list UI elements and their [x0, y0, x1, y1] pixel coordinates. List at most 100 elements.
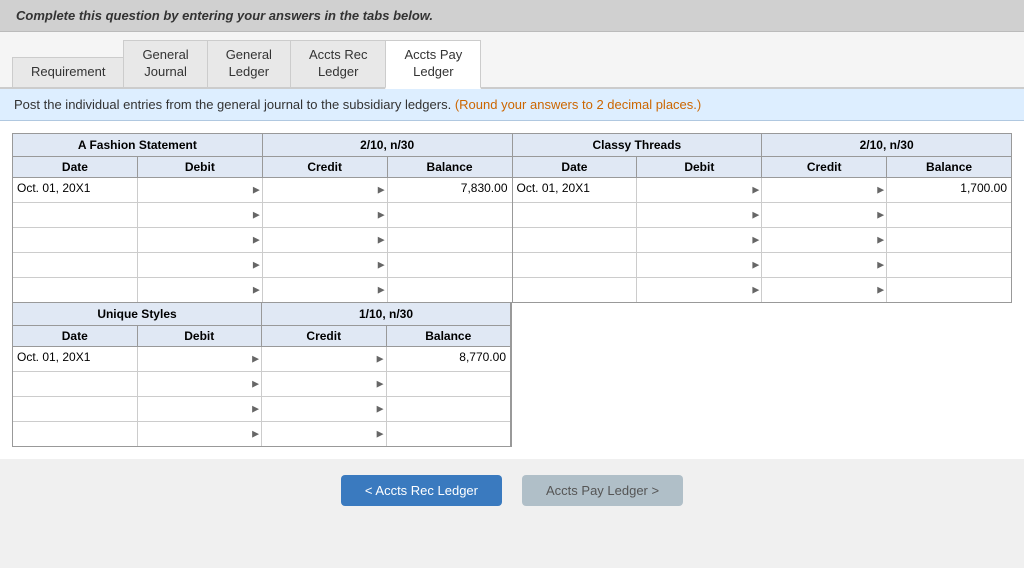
debit-cell[interactable] [637, 203, 762, 227]
col-date-bottom: Date [13, 326, 138, 346]
col-debit-left: Debit [138, 157, 263, 177]
instruction-text: Post the individual entries from the gen… [14, 97, 451, 112]
date-cell[interactable] [13, 397, 138, 421]
debit-cell[interactable] [637, 228, 762, 252]
debit-input[interactable] [142, 206, 258, 220]
balance-cell: 1,700.00 [887, 178, 1011, 202]
table-row [13, 372, 510, 397]
debit-cell[interactable] [138, 422, 263, 446]
tab-general-ledger[interactable]: GeneralLedger [207, 40, 291, 87]
table-row: Oct. 01, 20X1 1,700.00 [513, 178, 1012, 203]
balance-cell[interactable] [388, 203, 512, 227]
col-date-right: Date [513, 157, 638, 177]
credit-cell[interactable] [263, 228, 388, 252]
col-credit-left: Credit [263, 157, 388, 177]
credit-cell[interactable] [263, 278, 388, 302]
balance-cell[interactable] [887, 278, 1011, 302]
balance-cell[interactable] [388, 253, 512, 277]
table-row: Oct. 01, 20X1 8,770.00 [13, 347, 510, 372]
credit-cell[interactable] [263, 253, 388, 277]
debit-cell[interactable] [637, 278, 762, 302]
next-button[interactable]: Accts Pay Ledger > [522, 475, 683, 506]
balance-cell[interactable] [887, 203, 1011, 227]
credit-cell[interactable] [762, 178, 887, 202]
debit-cell[interactable] [138, 253, 263, 277]
debit-cell[interactable] [138, 278, 263, 302]
prev-button[interactable]: < Accts Rec Ledger [341, 475, 502, 506]
debit-cell[interactable] [637, 178, 762, 202]
date-cell[interactable] [13, 203, 138, 227]
balance-cell: 7,830.00 [388, 178, 512, 202]
tab-accts-rec-ledger[interactable]: Accts RecLedger [290, 40, 387, 87]
bottom-navigation: < Accts Rec Ledger Accts Pay Ledger > [0, 459, 1024, 522]
debit-cell[interactable] [138, 347, 263, 371]
table-row [513, 278, 1012, 302]
credit-cell[interactable] [762, 228, 887, 252]
date-cell[interactable] [13, 372, 138, 396]
balance-cell[interactable] [387, 372, 511, 396]
table-row [513, 228, 1012, 253]
col-credit-bottom: Credit [262, 326, 387, 346]
date-cell[interactable] [13, 422, 138, 446]
credit-input[interactable] [267, 206, 383, 220]
table-row [13, 397, 510, 422]
table-row [513, 203, 1012, 228]
debit-cell[interactable] [637, 253, 762, 277]
balance-cell[interactable] [387, 397, 511, 421]
debit-cell[interactable] [138, 372, 263, 396]
classy-threads-title: Classy Threads [513, 134, 763, 157]
col-balance-left: Balance [388, 157, 512, 177]
balance-input[interactable] [392, 206, 508, 220]
date-cell[interactable] [513, 278, 638, 302]
balance-cell[interactable] [388, 278, 512, 302]
top-bar: Complete this question by entering your … [0, 0, 1024, 32]
credit-cell[interactable] [263, 203, 388, 227]
col-debit-right: Debit [637, 157, 762, 177]
tab-general-journal[interactable]: GeneralJournal [123, 40, 207, 87]
table-row: Oct. 01, 20X1 7,830.00 [13, 178, 512, 203]
debit-cell[interactable] [138, 397, 263, 421]
debit-cell[interactable] [138, 203, 263, 227]
col-balance-right: Balance [887, 157, 1011, 177]
tab-accts-pay-ledger[interactable]: Accts PayLedger [385, 40, 481, 89]
credit-cell[interactable] [263, 178, 388, 202]
balance-cell[interactable] [388, 228, 512, 252]
instruction-bar: Post the individual entries from the gen… [0, 89, 1024, 121]
balance-cell[interactable] [387, 422, 511, 446]
balance-cell: 8,770.00 [387, 347, 511, 371]
col-balance-bottom: Balance [387, 326, 511, 346]
debit-cell[interactable] [138, 178, 263, 202]
date-cell[interactable] [13, 278, 138, 302]
date-cell[interactable] [513, 203, 638, 227]
classy-threads-section: Classy Threads 2/10, n/30 Date Debit Cre… [513, 134, 1012, 302]
credit-input[interactable] [267, 181, 383, 195]
credit-cell[interactable] [762, 253, 887, 277]
table-row [13, 422, 510, 446]
date-cell: Oct. 01, 20X1 [13, 178, 138, 202]
tab-requirement[interactable]: Requirement [12, 57, 124, 87]
balance-cell[interactable] [887, 253, 1011, 277]
unique-styles-title: Unique Styles [13, 303, 262, 326]
debit-cell[interactable] [138, 228, 263, 252]
unique-styles-section: Unique Styles 1/10, n/30 Date Debit Cred… [12, 303, 512, 447]
credit-cell[interactable] [762, 203, 887, 227]
credit-cell[interactable] [262, 397, 387, 421]
classy-threads-terms: 2/10, n/30 [762, 134, 1011, 157]
date-cell[interactable] [513, 253, 638, 277]
debit-input[interactable] [142, 181, 258, 195]
table-row [513, 253, 1012, 278]
credit-cell[interactable] [262, 372, 387, 396]
credit-cell[interactable] [262, 422, 387, 446]
date-cell[interactable] [513, 228, 638, 252]
table-row [13, 253, 512, 278]
balance-cell[interactable] [887, 228, 1011, 252]
col-date-left: Date [13, 157, 138, 177]
instruction-text: Complete this question by entering your … [16, 8, 433, 23]
table-row [13, 278, 512, 302]
date-cell: Oct. 01, 20X1 [13, 347, 138, 371]
credit-cell[interactable] [262, 347, 387, 371]
credit-cell[interactable] [762, 278, 887, 302]
date-cell[interactable] [13, 253, 138, 277]
date-input[interactable] [17, 206, 133, 220]
date-cell[interactable] [13, 228, 138, 252]
